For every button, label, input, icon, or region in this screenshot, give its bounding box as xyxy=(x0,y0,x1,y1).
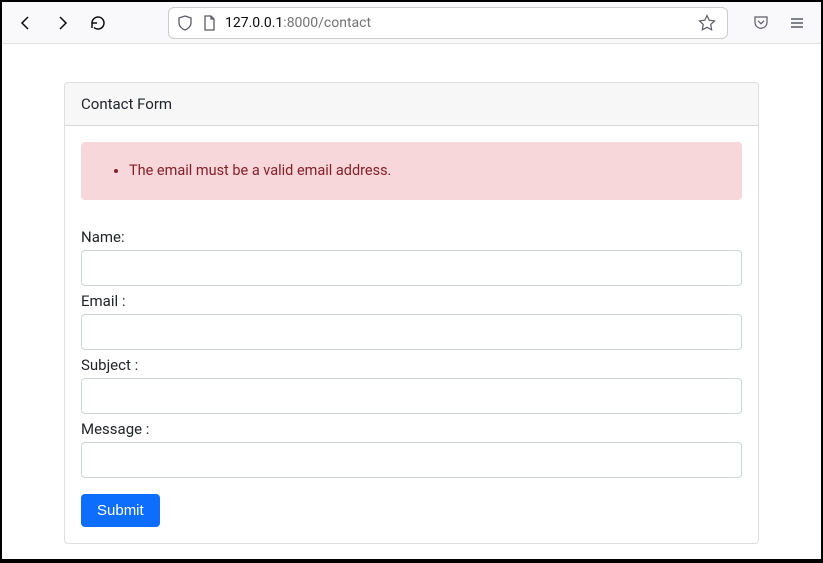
shield-icon xyxy=(177,15,193,31)
star-icon xyxy=(698,14,716,32)
contact-form-card: Contact Form The email must be a valid e… xyxy=(64,82,759,544)
browser-toolbar: 127.0.0.1:8000/contact xyxy=(2,2,821,44)
arrow-left-icon xyxy=(18,15,34,31)
reload-icon xyxy=(90,15,106,31)
subject-label: Subject : xyxy=(81,356,742,374)
subject-input[interactable] xyxy=(81,378,742,414)
error-alert: The email must be a valid email address. xyxy=(81,142,742,200)
forward-button[interactable] xyxy=(46,7,78,39)
message-label: Message : xyxy=(81,420,742,438)
pocket-button[interactable] xyxy=(745,7,777,39)
email-input[interactable] xyxy=(81,314,742,350)
reload-button[interactable] xyxy=(82,7,114,39)
bookmark-button[interactable] xyxy=(695,11,719,35)
pocket-icon xyxy=(752,14,770,32)
url-text: 127.0.0.1:8000/contact xyxy=(225,15,371,31)
email-label: Email : xyxy=(81,292,742,310)
message-input[interactable] xyxy=(81,442,742,478)
submit-button[interactable]: Submit xyxy=(81,494,160,527)
name-label: Name: xyxy=(81,228,742,246)
url-path: :8000/contact xyxy=(283,15,371,31)
page-content: Contact Form The email must be a valid e… xyxy=(2,44,821,559)
card-header: Contact Form xyxy=(65,83,758,126)
page-icon xyxy=(201,15,217,31)
hamburger-icon xyxy=(789,15,805,31)
menu-button[interactable] xyxy=(781,7,813,39)
back-button[interactable] xyxy=(10,7,42,39)
error-message: The email must be a valid email address. xyxy=(129,160,726,182)
card-title: Contact Form xyxy=(81,95,172,113)
arrow-right-icon xyxy=(54,15,70,31)
address-bar[interactable]: 127.0.0.1:8000/contact xyxy=(168,7,728,39)
name-input[interactable] xyxy=(81,250,742,286)
url-host: 127.0.0.1 xyxy=(225,15,283,31)
